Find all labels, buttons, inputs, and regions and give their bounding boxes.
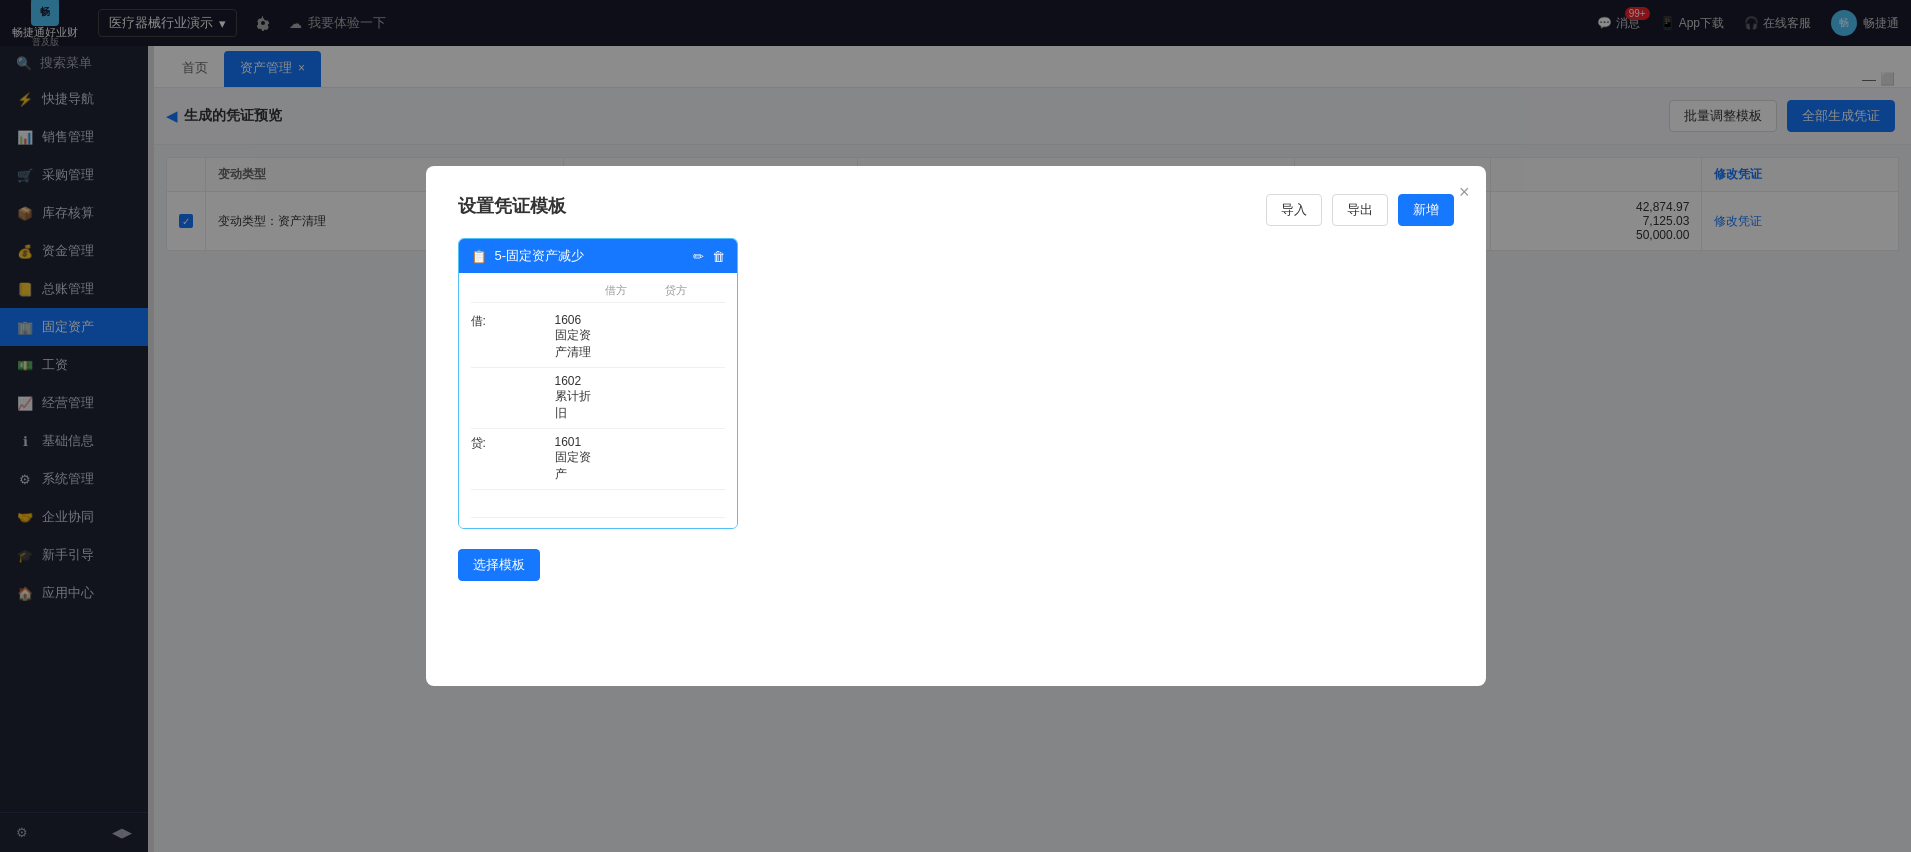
set-template-modal: × 设置凭证模板 导入 导出 新增 📋 5-固定资产减少 ✏ 🗑 借方 [426,166,1486,686]
import-button[interactable]: 导入 [1266,194,1322,226]
template-entry-3: 贷: 1601 固定资产 [471,429,725,490]
select-template-button[interactable]: 选择模板 [458,549,540,581]
template-card-name: 5-固定资产减少 [495,247,585,265]
template-entry-4 [471,490,725,518]
template-card-header-actions: ✏ 🗑 [693,249,725,264]
template-entry-1: 借: 1606 固定资产清理 [471,307,725,368]
edit-template-icon[interactable]: ✏ [693,249,704,264]
template-file-icon: 📋 [471,249,487,264]
template-card-header: 📋 5-固定资产减少 ✏ 🗑 [459,239,737,273]
export-button[interactable]: 导出 [1332,194,1388,226]
modal-close-button[interactable]: × [1459,182,1470,203]
template-card-body: 借方 贷方 借: 1606 固定资产清理 1602 累计折旧 [459,273,737,528]
template-entry-2: 1602 累计折旧 [471,368,725,429]
modal-overlay[interactable]: × 设置凭证模板 导入 导出 新增 📋 5-固定资产减少 ✏ 🗑 借方 [0,0,1911,852]
new-button[interactable]: 新增 [1398,194,1454,226]
modal-actions: 导入 导出 新增 [1266,194,1454,226]
select-template-area: 选择模板 [458,549,1454,581]
template-card: 📋 5-固定资产减少 ✏ 🗑 借方 贷方 借: 1606 固定资产清理 [458,238,738,529]
delete-template-icon[interactable]: 🗑 [712,249,725,264]
